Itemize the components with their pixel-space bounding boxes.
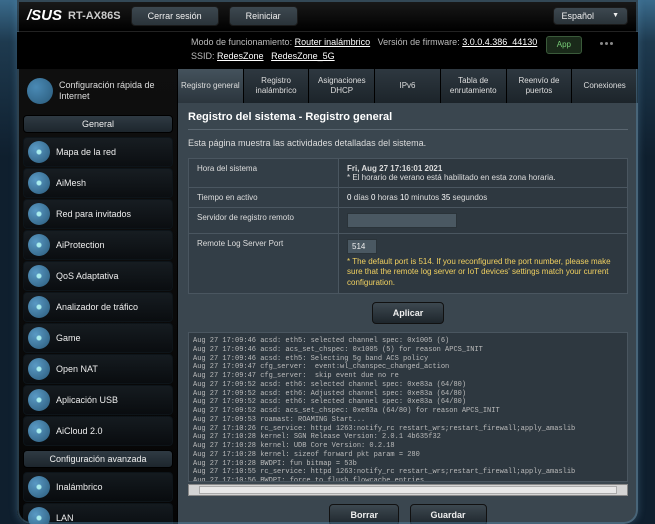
ssid-1-link[interactable]: RedesZone bbox=[217, 51, 264, 61]
nav-icon bbox=[28, 389, 50, 411]
sidebar-item-aiprotection[interactable]: AiProtection bbox=[23, 230, 173, 260]
app-badge[interactable]: App bbox=[546, 36, 582, 54]
tab-registro-general[interactable]: Registro general bbox=[178, 69, 244, 103]
firmware-link[interactable]: 3.0.0.4.386_44130 bbox=[462, 37, 537, 47]
tab-asignaciones-dhcp[interactable]: Asignaciones DHCP bbox=[309, 69, 375, 103]
section-header-general: General bbox=[23, 115, 173, 133]
page-description: Esta página muestra las actividades deta… bbox=[188, 138, 628, 148]
clear-button[interactable]: Borrar bbox=[329, 504, 399, 524]
system-time-value: Fri, Aug 27 17:16:01 2021 bbox=[347, 164, 442, 173]
quick-setup-button[interactable]: Configuración rápida de Internet bbox=[23, 73, 173, 109]
sidebar-item-aimesh[interactable]: AiMesh bbox=[23, 168, 173, 198]
nav-label: Aplicación USB bbox=[56, 395, 118, 405]
apply-button[interactable]: Aplicar bbox=[372, 302, 445, 324]
log-port-warning: * The default port is 514. If you reconf… bbox=[347, 257, 611, 287]
nav-label: LAN bbox=[56, 513, 74, 523]
nav-label: Open NAT bbox=[56, 364, 98, 374]
nav-label: QoS Adaptativa bbox=[56, 271, 119, 281]
nav-icon bbox=[28, 141, 50, 163]
content-area: Registro del sistema - Registro general … bbox=[178, 103, 638, 524]
section-header-advanced: Configuración avanzada bbox=[23, 450, 173, 468]
more-icon[interactable] bbox=[594, 36, 618, 50]
save-button[interactable]: Guardar bbox=[410, 504, 487, 524]
mode-link[interactable]: Router inalámbrico bbox=[295, 37, 371, 47]
sidebar-item-open-nat[interactable]: Open NAT bbox=[23, 354, 173, 384]
mode-label: Modo de funcionamiento: bbox=[191, 37, 292, 47]
nav-icon bbox=[28, 358, 50, 380]
sidebar: Configuración rápida de Internet General… bbox=[17, 69, 177, 524]
nav-label: Inalámbrico bbox=[56, 482, 103, 492]
nav-icon bbox=[28, 172, 50, 194]
nav-icon bbox=[28, 476, 50, 498]
tab-ipv6[interactable]: IPv6 bbox=[375, 69, 441, 103]
tab-conexiones[interactable]: Conexiones bbox=[572, 69, 638, 103]
nav-icon bbox=[28, 507, 50, 524]
language-selector[interactable]: Español ▼ bbox=[553, 7, 628, 25]
nav-label: Analizador de tráfico bbox=[56, 302, 138, 312]
nav-label: Game bbox=[56, 333, 81, 343]
log-server-input[interactable] bbox=[347, 213, 457, 228]
language-label: Español bbox=[562, 11, 595, 21]
nav-label: AiMesh bbox=[56, 178, 86, 188]
sidebar-item-inal-mbrico[interactable]: Inalámbrico bbox=[23, 472, 173, 502]
globe-icon bbox=[27, 78, 53, 104]
nav-label: Red para invitados bbox=[56, 209, 131, 219]
sidebar-item-qos-adaptativa[interactable]: QoS Adaptativa bbox=[23, 261, 173, 291]
nav-label: AiProtection bbox=[56, 240, 105, 250]
sidebar-item-aplicaci-n-usb[interactable]: Aplicación USB bbox=[23, 385, 173, 415]
horizontal-scrollbar[interactable] bbox=[188, 484, 628, 496]
sidebar-item-red-para-invitados[interactable]: Red para invitados bbox=[23, 199, 173, 229]
sidebar-item-game[interactable]: Game bbox=[23, 323, 173, 353]
logout-button[interactable]: Cerrar sesión bbox=[131, 6, 219, 26]
uptime-value: 0 días 0 horas 10 minutos 35 segundos bbox=[339, 188, 628, 208]
nav-icon bbox=[28, 327, 50, 349]
log-port-label: Remote Log Server Port bbox=[189, 234, 339, 294]
model-name: RT-AX86S bbox=[68, 10, 121, 22]
log-server-label: Servidor de registro remoto bbox=[189, 208, 339, 234]
uptime-label: Tiempo en activo bbox=[189, 188, 339, 208]
nav-label: Mapa de la red bbox=[56, 147, 116, 157]
tab-registro-inal-mbrico[interactable]: Registro inalámbrico bbox=[244, 69, 310, 103]
system-log-text: Aug 27 17:09:46 acsd: eth5: selected cha… bbox=[193, 337, 623, 482]
tab-reenv-o-de-puertos[interactable]: Reenvío de puertos bbox=[507, 69, 573, 103]
system-log-box[interactable]: Aug 27 17:09:46 acsd: eth5: selected cha… bbox=[188, 332, 628, 482]
nav-icon bbox=[28, 420, 50, 442]
sidebar-item-mapa-de-la-red[interactable]: Mapa de la red bbox=[23, 137, 173, 167]
dst-note: * El horario de verano está habilitado e… bbox=[347, 173, 556, 182]
tab-bar: Registro generalRegistro inalámbricoAsig… bbox=[178, 69, 638, 103]
sidebar-item-analizador-de-tr-fico[interactable]: Analizador de tráfico bbox=[23, 292, 173, 322]
nav-icon bbox=[28, 296, 50, 318]
main-panel: Registro generalRegistro inalámbricoAsig… bbox=[177, 69, 638, 524]
ssid-2-link[interactable]: RedesZone_5G bbox=[271, 51, 335, 61]
chevron-down-icon: ▼ bbox=[612, 12, 619, 19]
sidebar-item-aicloud-2-0[interactable]: AiCloud 2.0 bbox=[23, 416, 173, 446]
nav-label: AiCloud 2.0 bbox=[56, 426, 103, 436]
fw-label: Versión de firmware: bbox=[378, 37, 460, 47]
nav-icon bbox=[28, 265, 50, 287]
page-title: Registro del sistema - Registro general bbox=[188, 111, 628, 130]
nav-icon bbox=[28, 234, 50, 256]
brand-logo: /SUS bbox=[27, 7, 62, 24]
sidebar-item-lan[interactable]: LAN bbox=[23, 503, 173, 524]
nav-icon bbox=[28, 203, 50, 225]
info-bar: Modo de funcionamiento: Router inalámbri… bbox=[17, 32, 638, 69]
log-port-value[interactable]: 514 bbox=[347, 239, 377, 254]
config-table: Hora del sistema Fri, Aug 27 17:16:01 20… bbox=[188, 158, 628, 294]
system-time-label: Hora del sistema bbox=[189, 159, 339, 188]
tab-tabla-de-enrutamiento[interactable]: Tabla de enrutamiento bbox=[441, 69, 507, 103]
router-admin-frame: /SUS RT-AX86S Cerrar sesión Reiniciar Es… bbox=[17, 0, 638, 524]
quick-setup-label: Configuración rápida de Internet bbox=[59, 80, 169, 102]
ssid-label: SSID: bbox=[191, 51, 215, 61]
reboot-button[interactable]: Reiniciar bbox=[229, 6, 298, 26]
header-bar: /SUS RT-AX86S Cerrar sesión Reiniciar Es… bbox=[17, 0, 638, 32]
